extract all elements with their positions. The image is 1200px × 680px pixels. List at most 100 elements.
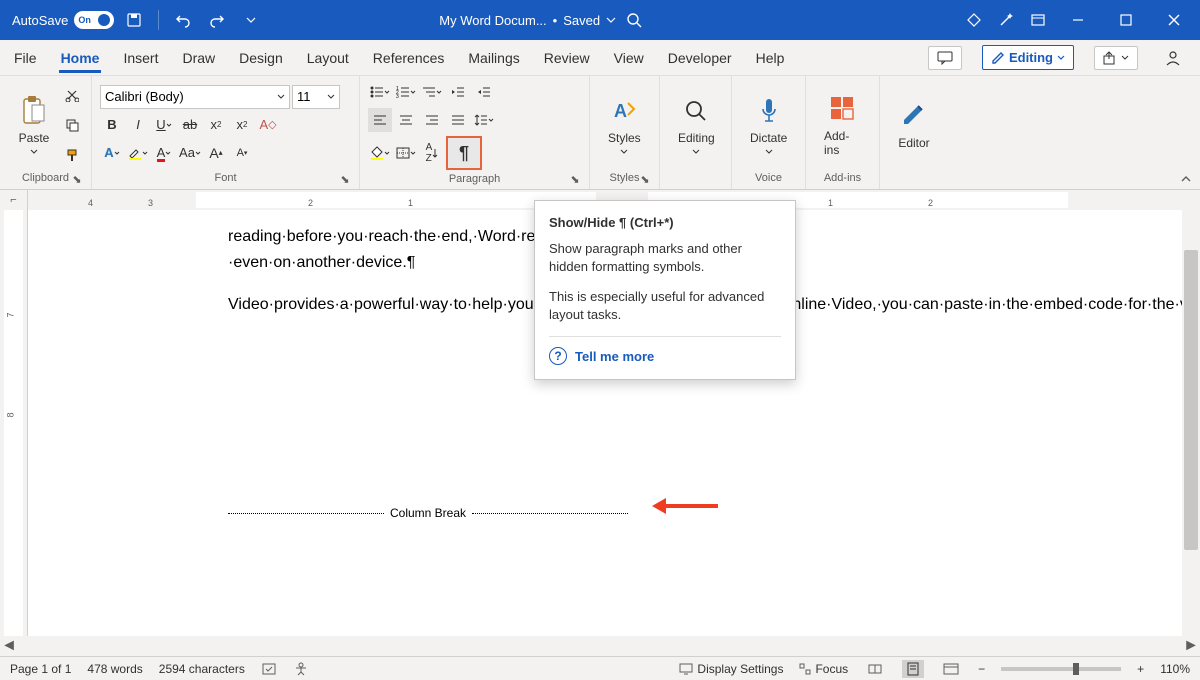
- superscript-button[interactable]: x2: [230, 113, 254, 137]
- tab-layout[interactable]: Layout: [305, 44, 351, 72]
- web-layout-icon[interactable]: [940, 660, 962, 678]
- bullets-button[interactable]: [368, 80, 392, 104]
- save-icon[interactable]: [120, 6, 148, 34]
- horizontal-scrollbar[interactable]: ◄ ►: [0, 636, 1200, 656]
- group-addins: Add-ins Add-ins: [806, 76, 880, 189]
- tell-me-more-link[interactable]: ? Tell me more: [549, 336, 781, 365]
- read-mode-icon[interactable]: [864, 660, 886, 678]
- align-center-button[interactable]: [394, 108, 418, 132]
- search-button[interactable]: [626, 12, 786, 28]
- align-right-button[interactable]: [420, 108, 444, 132]
- zoom-level[interactable]: 110%: [1160, 662, 1190, 676]
- font-color-button[interactable]: A: [152, 141, 176, 165]
- shading-button[interactable]: [368, 141, 392, 165]
- comments-button[interactable]: [928, 46, 962, 70]
- group-paragraph: 123 AZ ¶: [360, 76, 590, 189]
- dictate-button[interactable]: Dictate: [740, 95, 797, 155]
- justify-button[interactable]: [446, 108, 470, 132]
- ruler-corner: ⌐: [0, 190, 28, 210]
- align-left-button[interactable]: [368, 108, 392, 132]
- strikethrough-button[interactable]: ab: [178, 113, 202, 137]
- tab-home[interactable]: Home: [59, 44, 102, 72]
- print-layout-icon[interactable]: [902, 660, 924, 678]
- format-painter-icon[interactable]: [60, 143, 84, 167]
- change-case-button[interactable]: Aa: [178, 141, 202, 165]
- font-dialog-launcher[interactable]: ⬊: [339, 173, 351, 185]
- italic-button[interactable]: I: [126, 113, 150, 137]
- vertical-scrollbar[interactable]: [1182, 210, 1200, 636]
- show-hide-button[interactable]: ¶: [446, 136, 482, 170]
- increase-indent-button[interactable]: [472, 80, 496, 104]
- zoom-out-button[interactable]: −: [978, 662, 985, 676]
- editing-find-button[interactable]: Editing: [668, 95, 725, 155]
- numbering-button[interactable]: 123: [394, 80, 418, 104]
- tab-references[interactable]: References: [371, 44, 447, 72]
- page-count[interactable]: Page 1 of 1: [10, 662, 71, 676]
- pilcrow-icon: [407, 254, 416, 271]
- clipboard-dialog-launcher[interactable]: ⬊: [71, 173, 83, 185]
- spellcheck-icon[interactable]: [261, 662, 277, 676]
- bold-button[interactable]: B: [100, 113, 124, 137]
- undo-icon[interactable]: [169, 6, 197, 34]
- share-button[interactable]: [1094, 46, 1138, 70]
- word-count[interactable]: 478 words: [87, 662, 142, 676]
- collapse-ribbon-icon[interactable]: [1180, 173, 1192, 185]
- title-bar: AutoSave On My Word Docum... • Saved: [0, 0, 1200, 40]
- tab-view[interactable]: View: [612, 44, 646, 72]
- styles-dialog-launcher[interactable]: ⬊: [639, 173, 651, 185]
- font-name-combo[interactable]: Calibri (Body): [100, 85, 290, 109]
- cut-icon[interactable]: [60, 83, 84, 107]
- borders-button[interactable]: [394, 141, 418, 165]
- vertical-ruler[interactable]: 7 8: [0, 210, 28, 636]
- close-button[interactable]: [1152, 0, 1196, 40]
- text-effects-button[interactable]: A: [100, 141, 124, 165]
- document-title[interactable]: My Word Docum... • Saved: [439, 13, 616, 28]
- underline-button[interactable]: U: [152, 113, 176, 137]
- svg-text:3: 3: [396, 94, 399, 98]
- zoom-in-button[interactable]: +: [1137, 662, 1144, 676]
- subscript-button[interactable]: x2: [204, 113, 228, 137]
- editing-mode-button[interactable]: Editing: [982, 45, 1074, 70]
- qat-dropdown-icon[interactable]: [237, 6, 265, 34]
- focus-button[interactable]: Focus: [799, 662, 848, 676]
- wand-icon[interactable]: [992, 6, 1020, 34]
- paragraph-dialog-launcher[interactable]: ⬊: [569, 173, 581, 185]
- show-hide-tooltip: Show/Hide ¶ (Ctrl+*) Show paragraph mark…: [534, 200, 796, 380]
- tab-developer[interactable]: Developer: [666, 44, 734, 72]
- font-size-combo[interactable]: 11: [292, 85, 340, 109]
- clear-format-icon[interactable]: A◇: [256, 113, 280, 137]
- autosave-toggle[interactable]: On: [74, 11, 114, 29]
- shrink-font-button[interactable]: A▾: [230, 141, 254, 165]
- maximize-button[interactable]: [1104, 0, 1148, 40]
- paste-button[interactable]: Paste: [8, 95, 60, 155]
- styles-button[interactable]: A Styles: [598, 95, 651, 155]
- scroll-left-icon[interactable]: ◄: [0, 637, 18, 655]
- multilevel-button[interactable]: [420, 80, 444, 104]
- tab-design[interactable]: Design: [237, 44, 285, 72]
- line-spacing-button[interactable]: [472, 108, 496, 132]
- copy-icon[interactable]: [60, 113, 84, 137]
- tab-insert[interactable]: Insert: [121, 44, 160, 72]
- zoom-slider[interactable]: [1001, 667, 1121, 671]
- grow-font-button[interactable]: A▴: [204, 141, 228, 165]
- accessibility-icon[interactable]: [293, 662, 309, 676]
- diamond-icon[interactable]: [960, 6, 988, 34]
- char-count[interactable]: 2594 characters: [159, 662, 245, 676]
- redo-icon[interactable]: [203, 6, 231, 34]
- minimize-button[interactable]: [1056, 0, 1100, 40]
- tab-file[interactable]: File: [12, 44, 39, 72]
- editor-button[interactable]: Editor: [888, 100, 940, 150]
- tab-help[interactable]: Help: [754, 44, 787, 72]
- tab-draw[interactable]: Draw: [180, 44, 217, 72]
- ribbon-tabs: File Home Insert Draw Design Layout Refe…: [0, 40, 1200, 76]
- decrease-indent-button[interactable]: [446, 80, 470, 104]
- scroll-right-icon[interactable]: ►: [1182, 637, 1200, 655]
- account-icon[interactable]: [1158, 46, 1188, 70]
- addins-button[interactable]: Add-ins: [814, 93, 871, 157]
- highlight-button[interactable]: [126, 141, 150, 165]
- display-settings[interactable]: Display Settings: [679, 662, 783, 676]
- sort-button[interactable]: AZ: [420, 141, 444, 165]
- tab-review[interactable]: Review: [542, 44, 592, 72]
- window-icon[interactable]: [1024, 6, 1052, 34]
- tab-mailings[interactable]: Mailings: [466, 44, 521, 72]
